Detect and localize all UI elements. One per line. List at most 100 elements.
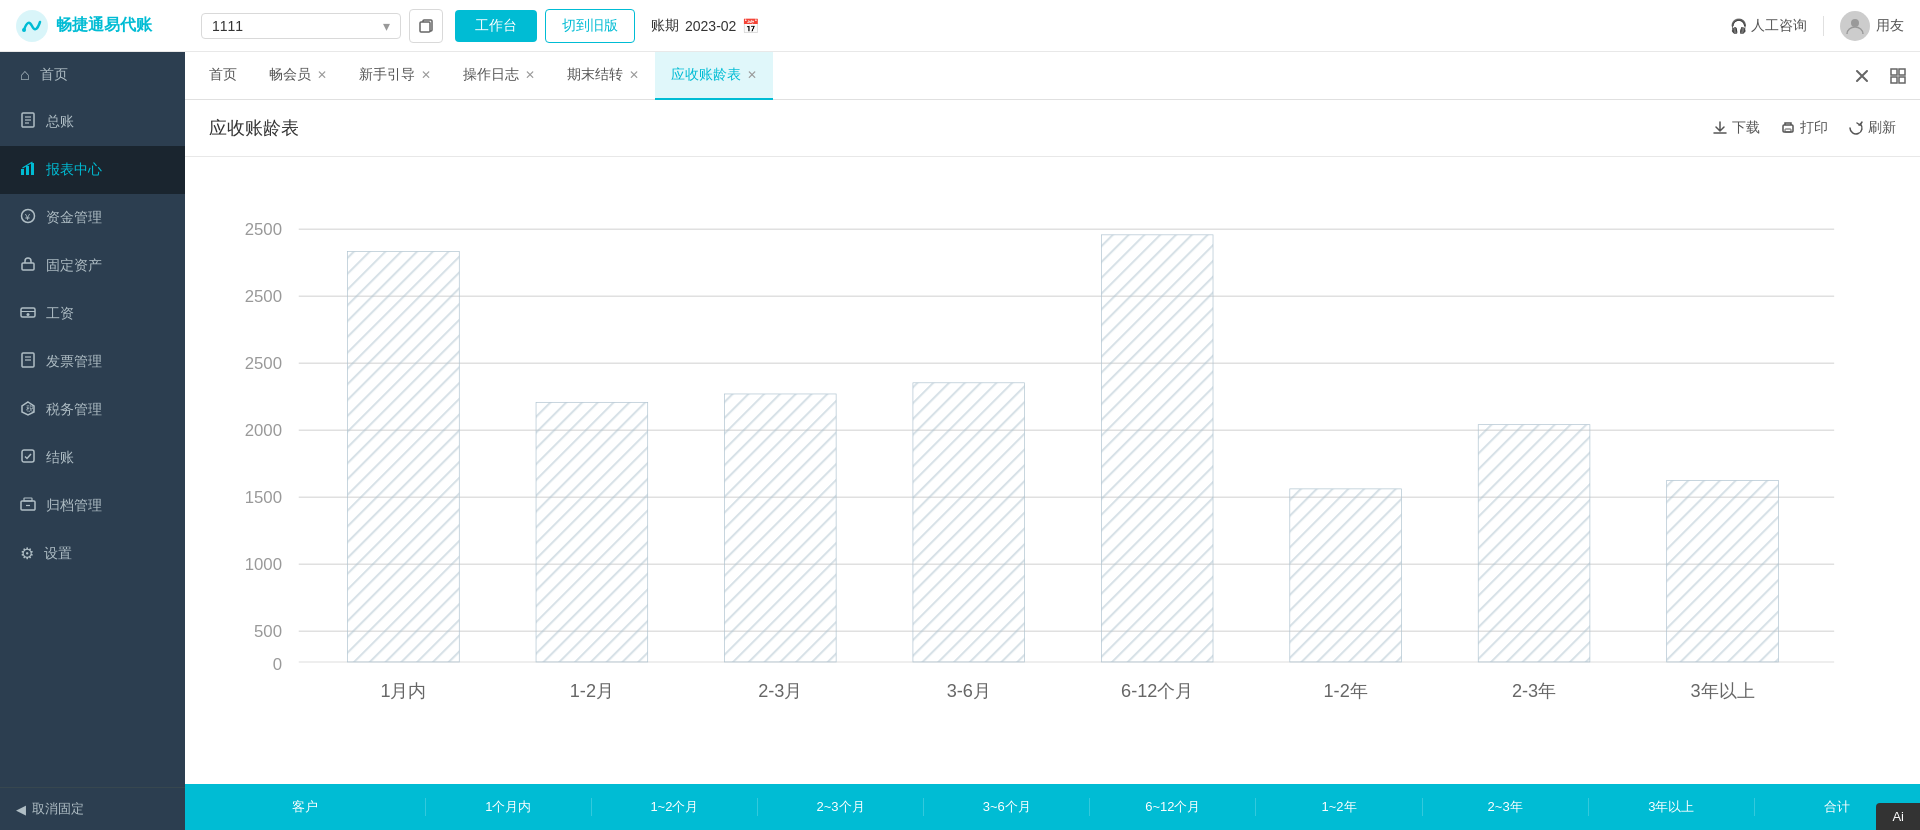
consult-button[interactable]: 🎧 人工咨询: [1730, 17, 1807, 35]
print-button[interactable]: 打印: [1780, 119, 1828, 137]
user-icon: [1846, 17, 1864, 35]
col-3y-plus: 3年以上: [1589, 798, 1755, 816]
sidebar-item-tax[interactable]: 税 税务管理: [0, 386, 185, 434]
sidebar-item-invoice[interactable]: 发票管理: [0, 338, 185, 386]
consult-label: 人工咨询: [1751, 17, 1807, 35]
col-1-2m: 1~2个月: [592, 798, 758, 816]
svg-rect-10: [31, 163, 34, 175]
col-6-12m: 6~12个月: [1090, 798, 1256, 816]
download-button[interactable]: 下载: [1712, 119, 1760, 137]
sidebar-label-checkout: 结账: [46, 449, 74, 467]
tab-oplog-close[interactable]: ✕: [525, 68, 535, 82]
svg-text:¥: ¥: [24, 212, 31, 222]
user-name: 用友: [1876, 17, 1904, 35]
tab-period-end[interactable]: 期末结转 ✕: [551, 52, 655, 100]
svg-rect-8: [21, 169, 24, 175]
sidebar-item-salary[interactable]: 工资: [0, 290, 185, 338]
company-name: 1111: [212, 18, 243, 34]
period-label: 账期: [651, 17, 679, 35]
settings-icon: ⚙: [20, 544, 34, 563]
svg-text:0: 0: [273, 655, 282, 674]
sidebar-label-finance: 资金管理: [46, 209, 102, 227]
ai-badge[interactable]: Ai: [1876, 803, 1920, 830]
tab-home-label: 首页: [209, 66, 237, 84]
main-layout: ⌂ 首页 总账 报表中心 ¥ 资金管理 固定资产: [0, 52, 1920, 830]
svg-point-1: [22, 28, 26, 32]
sidebar-item-finance[interactable]: ¥ 资金管理: [0, 194, 185, 242]
svg-rect-54: [724, 394, 836, 662]
refresh-button[interactable]: 刷新: [1848, 119, 1896, 137]
col-1m: 1个月内: [426, 798, 592, 816]
svg-rect-28: [1891, 77, 1897, 83]
sidebar-label-salary: 工资: [46, 305, 74, 323]
archive-icon: [20, 496, 36, 516]
print-label: 打印: [1800, 119, 1828, 137]
page-header: 应收账龄表 下载 打印 刷新: [185, 100, 1920, 157]
svg-text:1-2年: 1-2年: [1324, 681, 1368, 701]
print-icon: [1780, 120, 1796, 136]
svg-text:2500: 2500: [245, 220, 282, 239]
sidebar-item-reports[interactable]: 报表中心: [0, 146, 185, 194]
sidebar-toggle[interactable]: ◀ 取消固定: [0, 787, 185, 830]
svg-rect-22: [22, 450, 34, 462]
workbench-button[interactable]: 工作台: [455, 10, 537, 42]
svg-rect-64: [1667, 481, 1779, 662]
tab-home[interactable]: 首页: [193, 52, 253, 100]
tab-member-close[interactable]: ✕: [317, 68, 327, 82]
svg-text:2000: 2000: [245, 421, 282, 440]
sidebar-item-ledger[interactable]: 总账: [0, 98, 185, 146]
sidebar-label-ledger: 总账: [46, 113, 74, 131]
col-customer: 客户: [185, 798, 426, 816]
close-all-button[interactable]: [1848, 62, 1876, 90]
download-icon: [1712, 120, 1728, 136]
tab-ar-aging-close[interactable]: ✕: [747, 68, 757, 82]
company-select[interactable]: 1111 ▾: [201, 13, 401, 39]
svg-rect-58: [1101, 235, 1213, 662]
sidebar-label-settings: 设置: [44, 545, 72, 563]
sidebar-item-checkout[interactable]: 结账: [0, 434, 185, 482]
app-logo: 畅捷通易代账: [16, 10, 201, 42]
sidebar-item-home[interactable]: ⌂ 首页: [0, 52, 185, 98]
svg-text:6-12个月: 6-12个月: [1121, 681, 1193, 701]
switch-version-button[interactable]: 切到旧版: [545, 9, 635, 43]
expand-button[interactable]: [1884, 62, 1912, 90]
svg-text:2-3年: 2-3年: [1512, 681, 1556, 701]
svg-rect-29: [1899, 77, 1905, 83]
svg-text:2500: 2500: [245, 287, 282, 306]
tab-guide[interactable]: 新手引导 ✕: [343, 52, 447, 100]
page-actions: 下载 打印 刷新: [1712, 119, 1896, 137]
tab-ar-aging-label: 应收账龄表: [671, 66, 741, 84]
svg-rect-60: [1290, 489, 1402, 662]
sidebar: ⌂ 首页 总账 报表中心 ¥ 资金管理 固定资产: [0, 52, 185, 830]
svg-rect-32: [1785, 129, 1791, 132]
tab-oplog[interactable]: 操作日志 ✕: [447, 52, 551, 100]
headset-icon: 🎧: [1730, 18, 1747, 34]
svg-rect-9: [26, 166, 29, 175]
col-1-2y: 1~2年: [1256, 798, 1422, 816]
refresh-label: 刷新: [1868, 119, 1896, 137]
svg-text:3年以上: 3年以上: [1690, 681, 1754, 701]
expand-icon: [1890, 68, 1906, 84]
sidebar-item-archive[interactable]: 归档管理: [0, 482, 185, 530]
calendar-icon[interactable]: 📅: [742, 18, 759, 34]
tab-member-label: 畅会员: [269, 66, 311, 84]
copy-button[interactable]: [409, 9, 443, 43]
tab-period-end-close[interactable]: ✕: [629, 68, 639, 82]
tab-member[interactable]: 畅会员 ✕: [253, 52, 343, 100]
period-value: 2023-02: [685, 18, 736, 34]
user-menu[interactable]: 用友: [1840, 11, 1904, 41]
tab-oplog-label: 操作日志: [463, 66, 519, 84]
sidebar-label-assets: 固定资产: [46, 257, 102, 275]
logo-icon: [16, 10, 48, 42]
svg-rect-26: [1891, 69, 1897, 75]
tab-period-end-label: 期末结转: [567, 66, 623, 84]
tab-ar-aging[interactable]: 应收账龄表 ✕: [655, 52, 773, 100]
svg-rect-56: [913, 383, 1025, 662]
sidebar-item-assets[interactable]: 固定资产: [0, 242, 185, 290]
finance-icon: ¥: [20, 208, 36, 228]
refresh-icon: [1848, 120, 1864, 136]
svg-text:3-6月: 3-6月: [947, 681, 991, 701]
reports-icon: [20, 160, 36, 180]
sidebar-item-settings[interactable]: ⚙ 设置: [0, 530, 185, 577]
tab-guide-close[interactable]: ✕: [421, 68, 431, 82]
